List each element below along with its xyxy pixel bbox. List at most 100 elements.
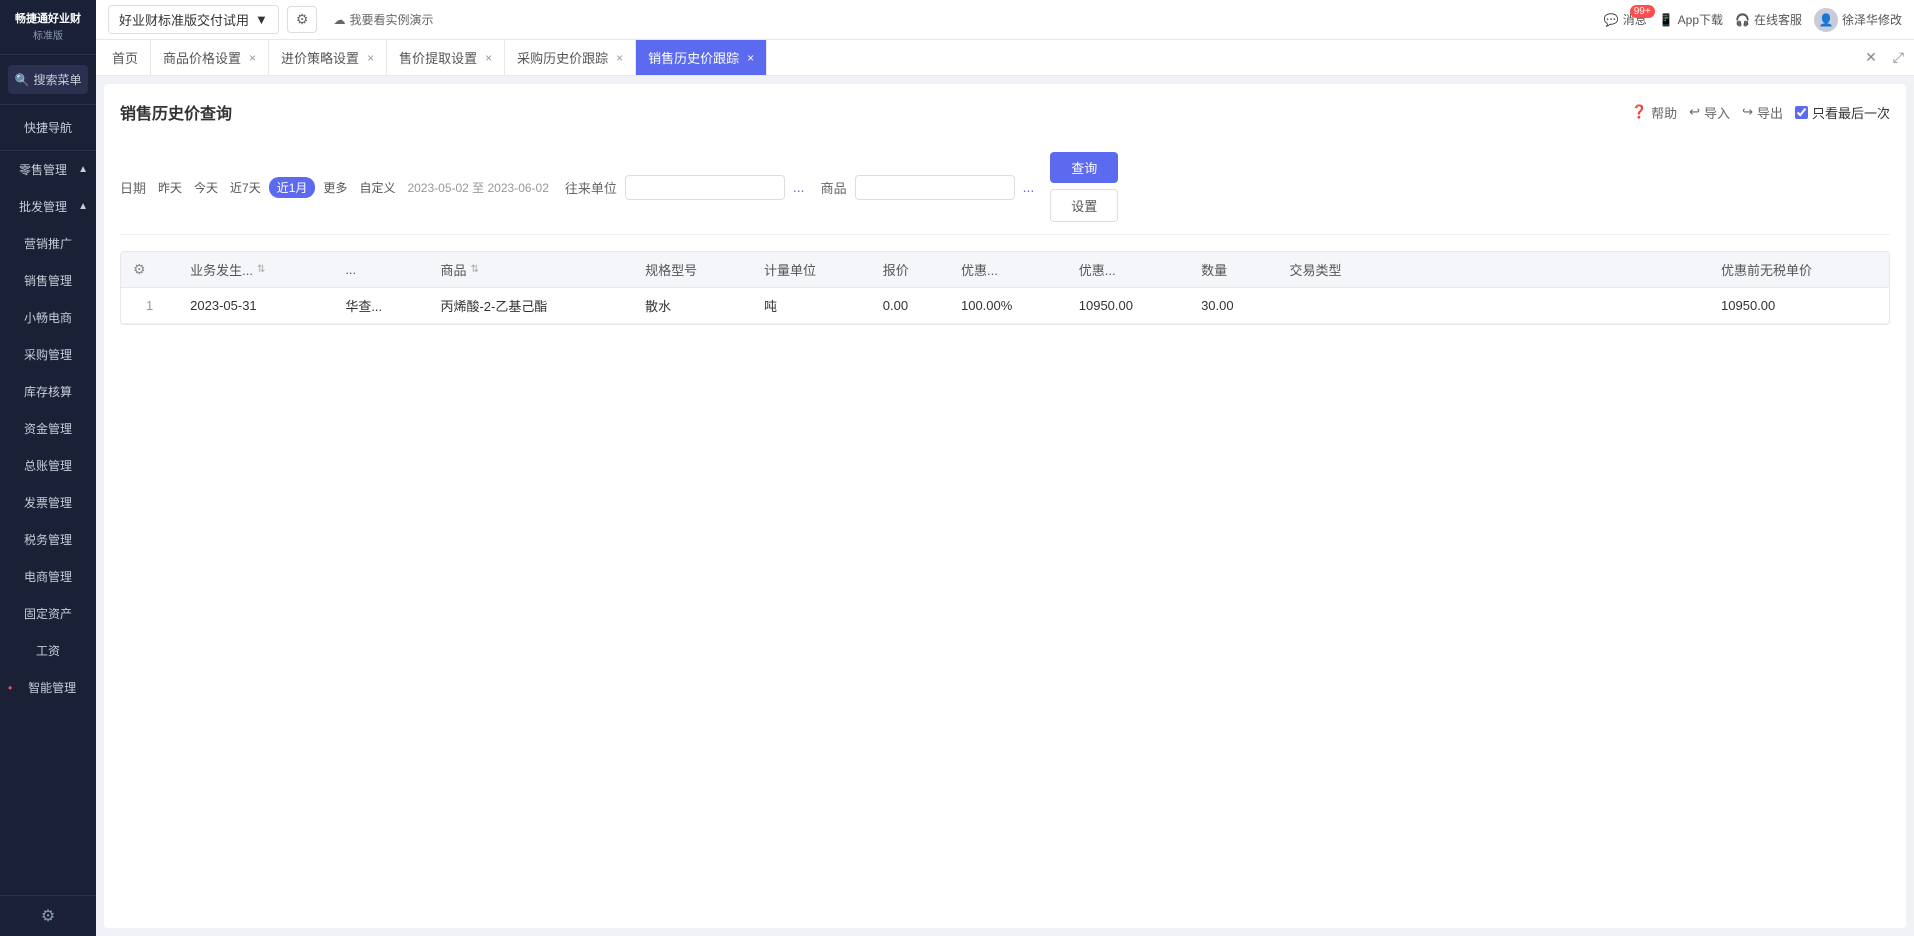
sidebar-item-fixed-assets[interactable]: 固定资产	[0, 595, 96, 632]
sidebar-item-retail[interactable]: 零售管理 ▲	[0, 151, 96, 188]
only-last-checkbox-label[interactable]: 只看最后一次	[1795, 103, 1890, 122]
th-sort-product[interactable]: 商品 ⇅	[440, 260, 621, 279]
sidebar-footer: ⚙	[0, 895, 96, 936]
close-window-button[interactable]: ✕	[1859, 47, 1883, 68]
page-header: 销售历史价查询 ❓ 帮助 ↩ 导入 ↪ 导出 只看最后一次	[120, 100, 1890, 124]
table-row: 1 2023-05-31 华查... 丙烯酸-2-乙基己酯 散水 吨 0.00 …	[121, 288, 1889, 324]
cell-spec: 散水	[633, 288, 752, 324]
sidebar-item-tax[interactable]: 税务管理	[0, 521, 96, 558]
th-product: 商品 ⇅	[428, 252, 633, 288]
chevron-icon-wholesale: ▲	[78, 201, 88, 212]
mobile-icon: 📱	[1659, 13, 1674, 27]
online-service-button[interactable]: 🎧 在线客服	[1735, 11, 1802, 28]
sidebar-item-payroll[interactable]: 工资	[0, 632, 96, 669]
sidebar-item-smart[interactable]: 智能管理	[0, 669, 96, 706]
sidebar-item-invoice[interactable]: 发票管理	[0, 484, 96, 521]
tab-sale-price-extract[interactable]: 售价提取设置 ×	[387, 40, 505, 76]
search-menu-button[interactable]: 🔍 搜索菜单	[8, 65, 88, 94]
th-qty: 数量	[1189, 252, 1277, 288]
settings-button[interactable]: 设置	[1050, 189, 1118, 222]
main-area: 好业财标准版交付试用 ▼ ⚙ ☁ 我要看实例演示 💬 消息 99+ 📱 App下…	[96, 0, 1914, 936]
th-unit: 计量单位	[752, 252, 871, 288]
data-table-wrapper: ⚙ 业务发生... ⇅ ...	[120, 251, 1890, 325]
tab-close-sale-price-extract[interactable]: ×	[485, 51, 492, 65]
sidebar-item-wholesale[interactable]: 批发管理 ▲	[0, 188, 96, 225]
sidebar-item-ecommerce-small[interactable]: 小畅电商	[0, 299, 96, 336]
messages-button[interactable]: 💬 消息 99+	[1604, 11, 1647, 28]
tab-purchase-history[interactable]: 采购历史价跟踪 ×	[505, 40, 636, 76]
table-gear-icon[interactable]: ⚙	[133, 261, 146, 277]
sidebar-item-finance[interactable]: 资金管理	[0, 410, 96, 447]
date-filter-group: 日期 昨天 今天 近7天 近1月 更多 自定义 2023-05-02 至 202…	[120, 177, 549, 198]
page-content: 销售历史价查询 ❓ 帮助 ↩ 导入 ↪ 导出 只看最后一次	[104, 84, 1906, 928]
page-header-actions: ❓ 帮助 ↩ 导入 ↪ 导出 只看最后一次	[1631, 103, 1890, 122]
cell-product: 丙烯酸-2-乙基己酯	[428, 288, 633, 324]
search-icon: 🔍	[15, 73, 30, 87]
cell-spacer	[1396, 288, 1709, 324]
current-module-name: 好业财标准版交付试用	[119, 10, 249, 29]
messages-badge: 99+	[1630, 5, 1655, 18]
filter-area: 日期 昨天 今天 近7天 近1月 更多 自定义 2023-05-02 至 202…	[120, 140, 1890, 235]
date-today-button[interactable]: 今天	[190, 177, 222, 198]
help-link[interactable]: ❓ 帮助	[1631, 103, 1677, 122]
date-more-button[interactable]: 更多	[319, 177, 351, 198]
sidebar: 畅捷通好业财 标准版 🔍 搜索菜单 快捷导航 零售管理 ▲ 批发管理 ▲ 营销推…	[0, 0, 96, 936]
maximize-window-button[interactable]: ⤢	[1887, 47, 1910, 68]
tab-purchase-strategy[interactable]: 进价策略设置 ×	[269, 40, 387, 76]
th-biz-date: 业务发生... ⇅	[178, 252, 333, 288]
tab-close-purchase-history[interactable]: ×	[616, 51, 623, 65]
date-label: 日期	[120, 178, 146, 197]
date-last7-button[interactable]: 近7天	[226, 177, 265, 198]
filter-action-buttons: 查询 设置	[1050, 152, 1118, 222]
cell-discount-pct: 100.00%	[949, 288, 1067, 324]
product-filter-group: 商品 ...	[821, 175, 1035, 200]
sidebar-item-sales[interactable]: 销售管理	[0, 262, 96, 299]
app-download-button[interactable]: 📱 App下载	[1659, 11, 1723, 28]
date-filter-buttons: 昨天 今天 近7天 近1月 更多 自定义	[154, 177, 399, 198]
module-settings-button[interactable]: ⚙	[287, 6, 318, 33]
cell-unit: 吨	[752, 288, 871, 324]
demo-button[interactable]: ☁ 我要看实例演示	[325, 7, 441, 32]
sidebar-item-purchase[interactable]: 采购管理	[0, 336, 96, 373]
from-unit-ellipsis-button[interactable]: ...	[793, 179, 805, 195]
current-module-selector[interactable]: 好业财标准版交付试用 ▼	[108, 5, 279, 34]
message-icon: 💬	[1604, 13, 1619, 27]
sort-icon-product: ⇅	[470, 264, 478, 275]
sidebar-item-inventory[interactable]: 库存核算	[0, 373, 96, 410]
export-link[interactable]: ↪ 导出	[1742, 103, 1783, 122]
headset-icon: 🎧	[1735, 13, 1750, 27]
chevron-icon-retail: ▲	[78, 164, 88, 175]
th-extra: ...	[333, 252, 428, 288]
date-yesterday-button[interactable]: 昨天	[154, 177, 186, 198]
from-unit-filter-group: 往来单位 ...	[565, 175, 805, 200]
product-input[interactable]	[855, 175, 1015, 200]
tab-close-purchase-strategy[interactable]: ×	[367, 51, 374, 65]
sidebar-item-marketing[interactable]: 营销推广	[0, 225, 96, 262]
only-last-checkbox[interactable]	[1795, 106, 1808, 119]
sidebar-item-general-ledger[interactable]: 总账管理	[0, 447, 96, 484]
th-price: 报价	[871, 252, 949, 288]
table-header-row: ⚙ 业务发生... ⇅ ...	[121, 252, 1889, 288]
import-link[interactable]: ↩ 导入	[1689, 103, 1730, 122]
tab-product-price[interactable]: 商品价格设置 ×	[151, 40, 269, 76]
th-sort-biz-date[interactable]: 业务发生... ⇅	[190, 260, 321, 279]
user-profile-button[interactable]: 👤 徐泽华修改	[1814, 8, 1902, 32]
tab-home[interactable]: 首页	[100, 40, 151, 76]
cell-biz-date: 2023-05-31	[178, 288, 333, 324]
query-button[interactable]: 查询	[1050, 152, 1118, 183]
tab-close-product-price[interactable]: ×	[249, 51, 256, 65]
quick-nav-button[interactable]: 快捷导航	[8, 113, 88, 142]
sidebar-item-ecommerce[interactable]: 电商管理	[0, 558, 96, 595]
product-label: 商品	[821, 178, 847, 197]
from-unit-input[interactable]	[625, 175, 785, 200]
th-trade-type: 交易类型	[1277, 252, 1396, 288]
th-gear: ⚙	[121, 252, 178, 288]
tab-sales-history[interactable]: 销售历史价跟踪 ×	[636, 40, 767, 76]
tab-close-sales-history[interactable]: ×	[747, 51, 754, 65]
product-ellipsis-button[interactable]: ...	[1023, 179, 1035, 195]
date-custom-button[interactable]: 自定义	[355, 177, 399, 198]
th-spec: 规格型号	[633, 252, 752, 288]
cell-extra: 华查...	[333, 288, 428, 324]
sidebar-settings-button[interactable]: ⚙	[41, 906, 55, 926]
date-last1m-button[interactable]: 近1月	[269, 177, 316, 198]
